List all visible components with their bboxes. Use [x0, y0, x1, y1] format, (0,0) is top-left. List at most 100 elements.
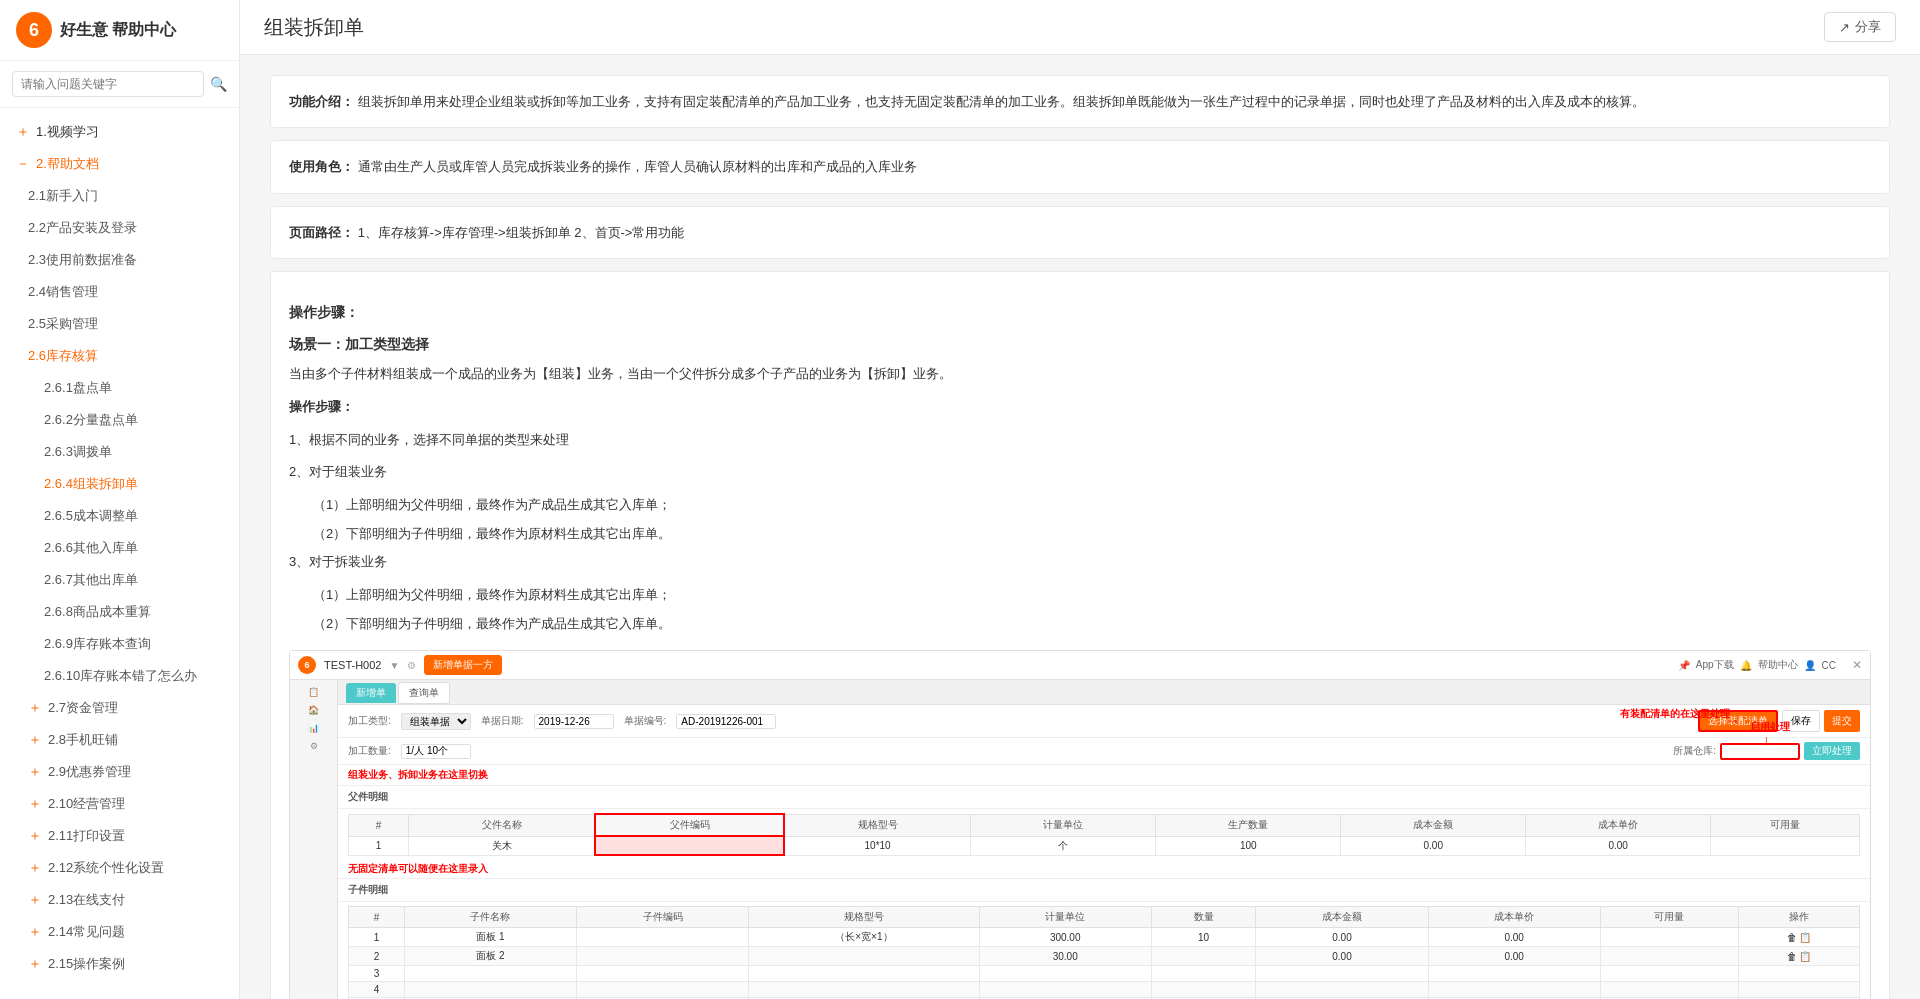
sidebar-item-inv4[interactable]: 2.6.4组装拆卸单: [0, 468, 239, 500]
path-label: 页面路径：: [289, 225, 354, 240]
ops-title: 操作步骤：: [289, 304, 1871, 322]
search-input[interactable]: [12, 71, 204, 97]
ops-section: 操作步骤： 场景一：加工类型选择 当由多个子件材料组装成一个成品的业务为【组装】…: [270, 271, 1890, 999]
expand-icon-faq: ＋: [28, 923, 42, 941]
mock-date-input[interactable]: [534, 714, 614, 729]
mock-th-available: 可用量: [1711, 814, 1860, 836]
mock-icon-bar: 📌 App下载 🔔 帮助中心 👤 CC: [1678, 658, 1836, 672]
scenario1-desc: 当由多个子件材料组装成一个成品的业务为【组装】业务，当由一个父件拆分成多个子产品…: [289, 362, 1871, 387]
mock-qty-input[interactable]: [401, 744, 471, 759]
mock-tab-query[interactable]: 查询单: [398, 682, 450, 704]
mock-tab-new[interactable]: 新增单: [346, 683, 396, 703]
mock-cth-cost: 成本金额: [1256, 907, 1428, 928]
expand-icon-finance: ＋: [28, 699, 42, 717]
expand-icon-ops: ＋: [28, 795, 42, 813]
sidebar-item-inv6[interactable]: 2.6.6其他入库单: [0, 532, 239, 564]
sidebar-item-coupon[interactable]: ＋ 2.9优惠券管理: [0, 756, 239, 788]
sidebar-item-inv1[interactable]: 2.6.1盘点单: [0, 372, 239, 404]
sidebar-item-help[interactable]: － 2.帮助文档: [0, 148, 239, 180]
sidebar-item-cases[interactable]: ＋ 2.15操作案例: [0, 948, 239, 980]
mock-sidebar-icon1[interactable]: 📋: [292, 684, 335, 700]
mock-sidebar-icon2[interactable]: 🏠: [292, 702, 335, 718]
search-box: 🔍: [0, 61, 239, 108]
mock-process-btn[interactable]: 立即处理: [1804, 742, 1860, 760]
search-icon[interactable]: 🔍: [210, 76, 227, 92]
mock-th-unit: 计量单位: [971, 814, 1156, 836]
sidebar-item-install[interactable]: 2.2产品安装及登录: [0, 212, 239, 244]
mock-cth-unit: 计量单位: [979, 907, 1151, 928]
mock-cth-name: 子件名称: [404, 907, 576, 928]
sidebar-item-inv10[interactable]: 2.6.10库存账本错了怎么办: [0, 660, 239, 692]
content-area: 功能介绍： 组装拆卸单用来处理企业组装或拆卸等加工业务，支持有固定装配清单的产品…: [240, 55, 1920, 999]
sidebar-item-inv3[interactable]: 2.6.3调拨单: [0, 436, 239, 468]
mock-parent-row1: 1 关木 10*10 个 100 0.00 0.00: [349, 836, 1860, 855]
sidebar-item-video[interactable]: ＋ 1.视频学习: [0, 116, 239, 148]
mock-warehouse-label: 所属仓库:: [1673, 744, 1716, 758]
role-label: 使用角色：: [289, 159, 354, 174]
step3: 3、对于拆装业务: [289, 550, 1871, 575]
mock-child-table: # 子件名称 子件编码 规格型号 计量单位 数量 成本金额 成本单价: [348, 906, 1860, 999]
sidebar-item-ops[interactable]: ＋ 2.10经营管理: [0, 788, 239, 820]
mock-new-order-btn[interactable]: 新增单据一方: [424, 655, 502, 675]
sidebar-item-print[interactable]: ＋ 2.11打印设置: [0, 820, 239, 852]
sidebar-item-payment[interactable]: ＋ 2.13在线支付: [0, 884, 239, 916]
sidebar-item-purchase[interactable]: 2.5采购管理: [0, 308, 239, 340]
scenario1-title: 场景一：加工类型选择: [289, 336, 1871, 354]
sidebar-item-newbie[interactable]: 2.1新手入门: [0, 180, 239, 212]
mock-child-row3: 3: [349, 966, 1860, 982]
intro-text: 组装拆卸单用来处理企业组装或拆卸等加工业务，支持有固定装配清单的产品加工业务，也…: [358, 94, 1645, 109]
path-text: 1、库存核算->库存管理->组装拆卸单 2、首页->常用功能: [358, 225, 685, 240]
sidebar-item-faq[interactable]: ＋ 2.14常见问题: [0, 916, 239, 948]
expand-icon-cases: ＋: [28, 955, 42, 973]
sidebar-item-inv5[interactable]: 2.6.5成本调整单: [0, 500, 239, 532]
sidebar-item-inventory[interactable]: 2.6库存核算: [0, 340, 239, 372]
collapse-icon: －: [16, 155, 30, 173]
expand-icon-mobile: ＋: [28, 731, 42, 749]
mock-th-spec: 规格型号: [784, 814, 971, 836]
step1: 1、根据不同的业务，选择不同单据的类型来处理: [289, 428, 1871, 453]
sidebar-item-inv9[interactable]: 2.6.9库存账本查询: [0, 628, 239, 660]
path-block: 页面路径： 1、库存核算->库存管理->组装拆卸单 2、首页->常用功能: [270, 206, 1890, 259]
logo-icon: 6: [16, 12, 52, 48]
mock-child-row1: 1 面板 1 （长×宽×1） 300.00 10 0.00 0.00: [349, 928, 1860, 947]
mock-sidebar-icon3[interactable]: 📊: [292, 720, 335, 736]
mock-type-label: 加工类型:: [348, 714, 391, 728]
mock-annotation-bom: 有装配清单的在这里处理: [1620, 707, 1730, 721]
main-content: 组装拆卸单 ↗ 分享 功能介绍： 组装拆卸单用来处理企业组装或拆卸等加工业务，支…: [240, 0, 1920, 999]
step2-2: （2）下部明细为子件明细，最终作为原材料生成其它出库单。: [289, 522, 1871, 547]
mock-cth-spec: 规格型号: [749, 907, 979, 928]
screenshot-mockup: 6 TEST-H002 ▼ ⚙ 新增单据一方 📌 App下载 🔔 帮助中心 👤: [289, 650, 1871, 999]
sidebar-item-data[interactable]: 2.3使用前数据准备: [0, 244, 239, 276]
mock-sidebar-icon4[interactable]: ⚙: [292, 738, 335, 754]
mock-parent-table: # 父件名称 父件编码 规格型号 计量单位 生产数量 成本金额 成本单价: [348, 813, 1860, 856]
mock-cth-unitcost: 成本单价: [1428, 907, 1600, 928]
logo-title: 好生意 帮助中心: [60, 20, 176, 41]
sidebar-item-inv7[interactable]: 2.6.7其他出库单: [0, 564, 239, 596]
mock-submit-btn[interactable]: 提交: [1824, 710, 1860, 732]
sidebar-item-mobile[interactable]: ＋ 2.8手机旺铺: [0, 724, 239, 756]
role-block: 使用角色： 通常由生产人员或库管人员完成拆装业务的操作，库管人员确认原材料的出库…: [270, 140, 1890, 193]
mock-close-icon[interactable]: ✕: [1852, 658, 1862, 672]
step3-1: （1）上部明细为父件明细，最终作为原材料生成其它出库单；: [289, 583, 1871, 608]
mock-th-qty: 生产数量: [1156, 814, 1341, 836]
mock-type-select[interactable]: 组装单据 拆卸单据: [401, 713, 471, 730]
share-icon: ↗: [1839, 20, 1850, 35]
mock-arrow-bom: →: [1726, 713, 1740, 729]
mock-code-label: 单据编号:: [624, 714, 667, 728]
mock-cth-no: #: [349, 907, 405, 928]
expand-icon-coupon: ＋: [28, 763, 42, 781]
sidebar-item-system[interactable]: ＋ 2.12系统个性化设置: [0, 852, 239, 884]
mock-warehouse-input[interactable]: [1720, 743, 1800, 760]
share-button[interactable]: ↗ 分享: [1824, 12, 1896, 42]
sidebar-item-inv8[interactable]: 2.6.8商品成本重算: [0, 596, 239, 628]
expand-icon: ＋: [16, 123, 30, 141]
mock-th-no: #: [349, 814, 409, 836]
expand-icon-system: ＋: [28, 859, 42, 877]
sidebar-item-sales[interactable]: 2.4销售管理: [0, 276, 239, 308]
sidebar-item-inv2[interactable]: 2.6.2分量盘点单: [0, 404, 239, 436]
mock-code-input[interactable]: [676, 714, 776, 729]
mock-th-cost: 成本金额: [1341, 814, 1526, 836]
sidebar-item-finance[interactable]: ＋ 2.7资金管理: [0, 692, 239, 724]
mock-th-parent-name: 父件名称: [409, 814, 596, 836]
role-text: 通常由生产人员或库管人员完成拆装业务的操作，库管人员确认原材料的出库和产成品的入…: [358, 159, 917, 174]
